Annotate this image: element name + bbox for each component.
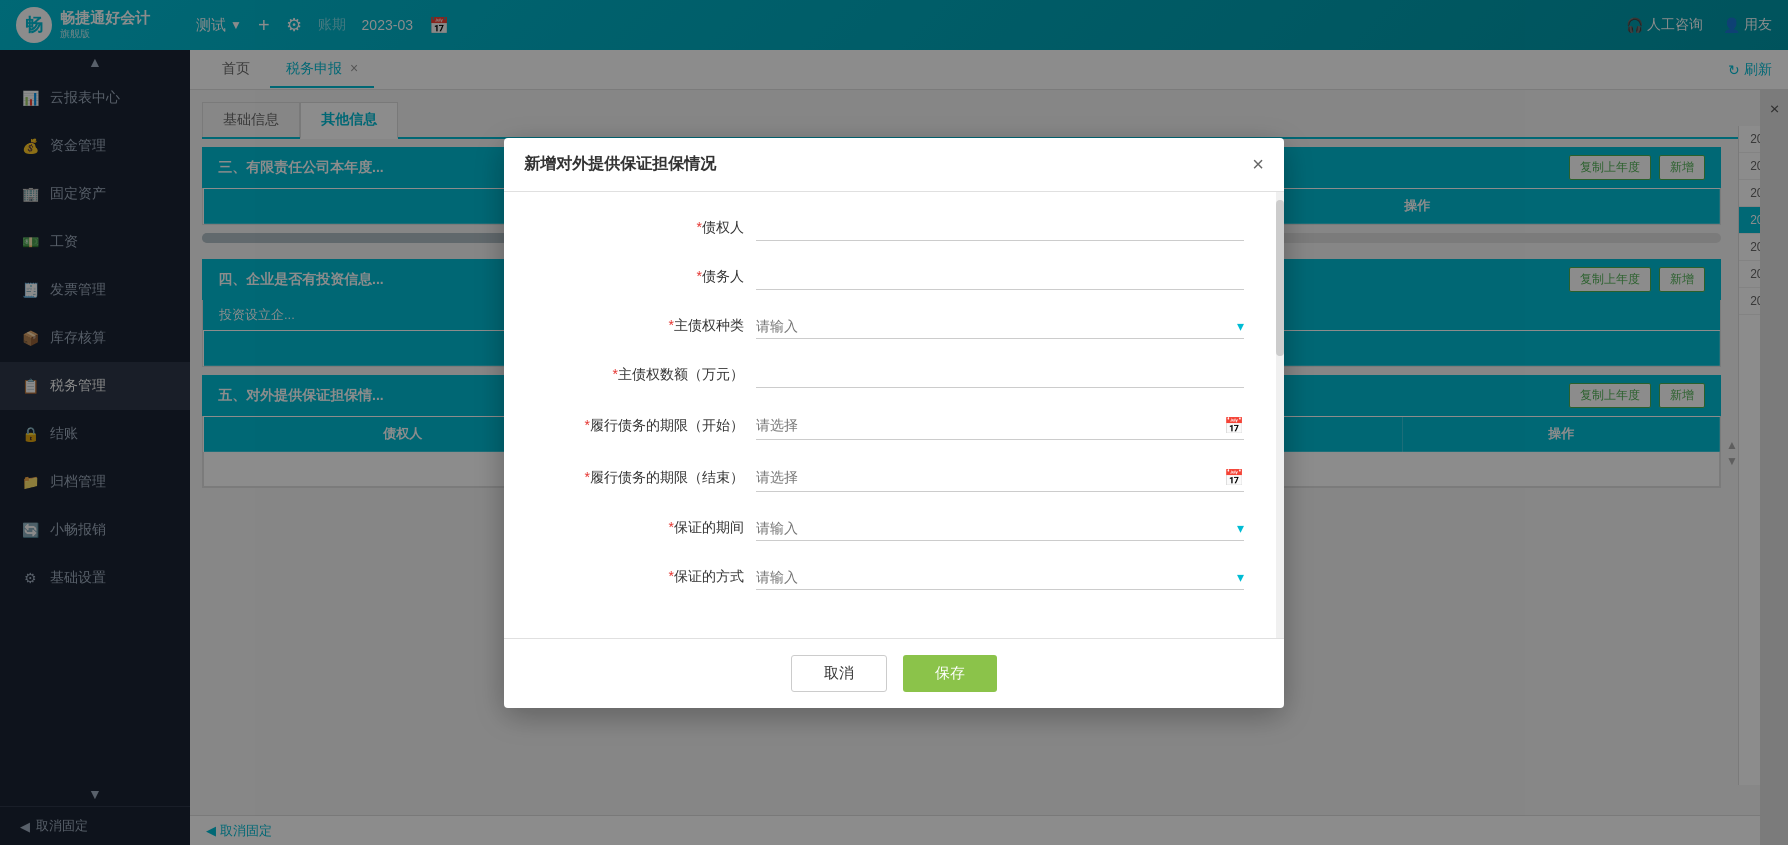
period-start-wrapper: 📅 (756, 412, 1244, 440)
form-row-guarantee-period: *保证的期间 ▾ (544, 516, 1244, 541)
modal-title: 新增对外提供保证担保情况 (524, 154, 716, 175)
form-row-creditor: *债权人 (544, 216, 1244, 241)
period-end-label: *履行债务的期限（结束） (544, 469, 744, 487)
guarantee-period-input[interactable] (756, 520, 1237, 536)
claim-type-arrow-icon[interactable]: ▾ (1237, 318, 1244, 334)
guarantee-period-arrow-icon[interactable]: ▾ (1237, 520, 1244, 536)
period-start-input[interactable] (756, 417, 1224, 433)
guarantee-method-arrow-icon[interactable]: ▾ (1237, 569, 1244, 585)
creditor-input[interactable] (756, 216, 1244, 241)
modal-header: 新增对外提供保证担保情况 × (504, 138, 1284, 192)
period-end-input[interactable] (756, 469, 1224, 485)
modal-body: *债权人 *债务人 *主债权种类 ▾ (504, 192, 1284, 638)
debtor-label: *债务人 (544, 268, 744, 286)
modal-overlay: 新增对外提供保证担保情况 × *债权人 *债务人 (0, 0, 1788, 845)
save-button[interactable]: 保存 (903, 655, 997, 692)
guarantee-period-label: *保证的期间 (544, 519, 744, 537)
modal-close-btn[interactable]: × (1252, 154, 1264, 174)
form-row-debtor: *债务人 (544, 265, 1244, 290)
guarantee-method-input[interactable] (756, 569, 1237, 585)
claim-type-wrapper: ▾ (756, 314, 1244, 339)
claim-amount-input[interactable] (756, 363, 1244, 388)
form-row-claim-amount: *主债权数额（万元） (544, 363, 1244, 388)
period-start-calendar-icon[interactable]: 📅 (1224, 416, 1244, 435)
guarantee-method-label: *保证的方式 (544, 568, 744, 586)
claim-amount-label: *主债权数额（万元） (544, 366, 744, 384)
modal-scrollbar-thumb (1276, 200, 1284, 356)
period-start-label: *履行债务的期限（开始） (544, 417, 744, 435)
modal-footer: 取消 保存 (504, 638, 1284, 708)
creditor-label: *债权人 (544, 219, 744, 237)
period-end-calendar-icon[interactable]: 📅 (1224, 468, 1244, 487)
form-row-claim-type: *主债权种类 ▾ (544, 314, 1244, 339)
form-row-period-end: *履行债务的期限（结束） 📅 (544, 464, 1244, 492)
debtor-input[interactable] (756, 265, 1244, 290)
modal-scrollbar-track (1276, 192, 1284, 638)
modal: 新增对外提供保证担保情况 × *债权人 *债务人 (504, 138, 1284, 708)
claim-type-label: *主债权种类 (544, 317, 744, 335)
guarantee-period-wrapper: ▾ (756, 516, 1244, 541)
guarantee-method-wrapper: ▾ (756, 565, 1244, 590)
cancel-button[interactable]: 取消 (791, 655, 887, 692)
form-row-guarantee-method: *保证的方式 ▾ (544, 565, 1244, 590)
period-end-wrapper: 📅 (756, 464, 1244, 492)
form-row-period-start: *履行债务的期限（开始） 📅 (544, 412, 1244, 440)
claim-type-input[interactable] (756, 318, 1237, 334)
